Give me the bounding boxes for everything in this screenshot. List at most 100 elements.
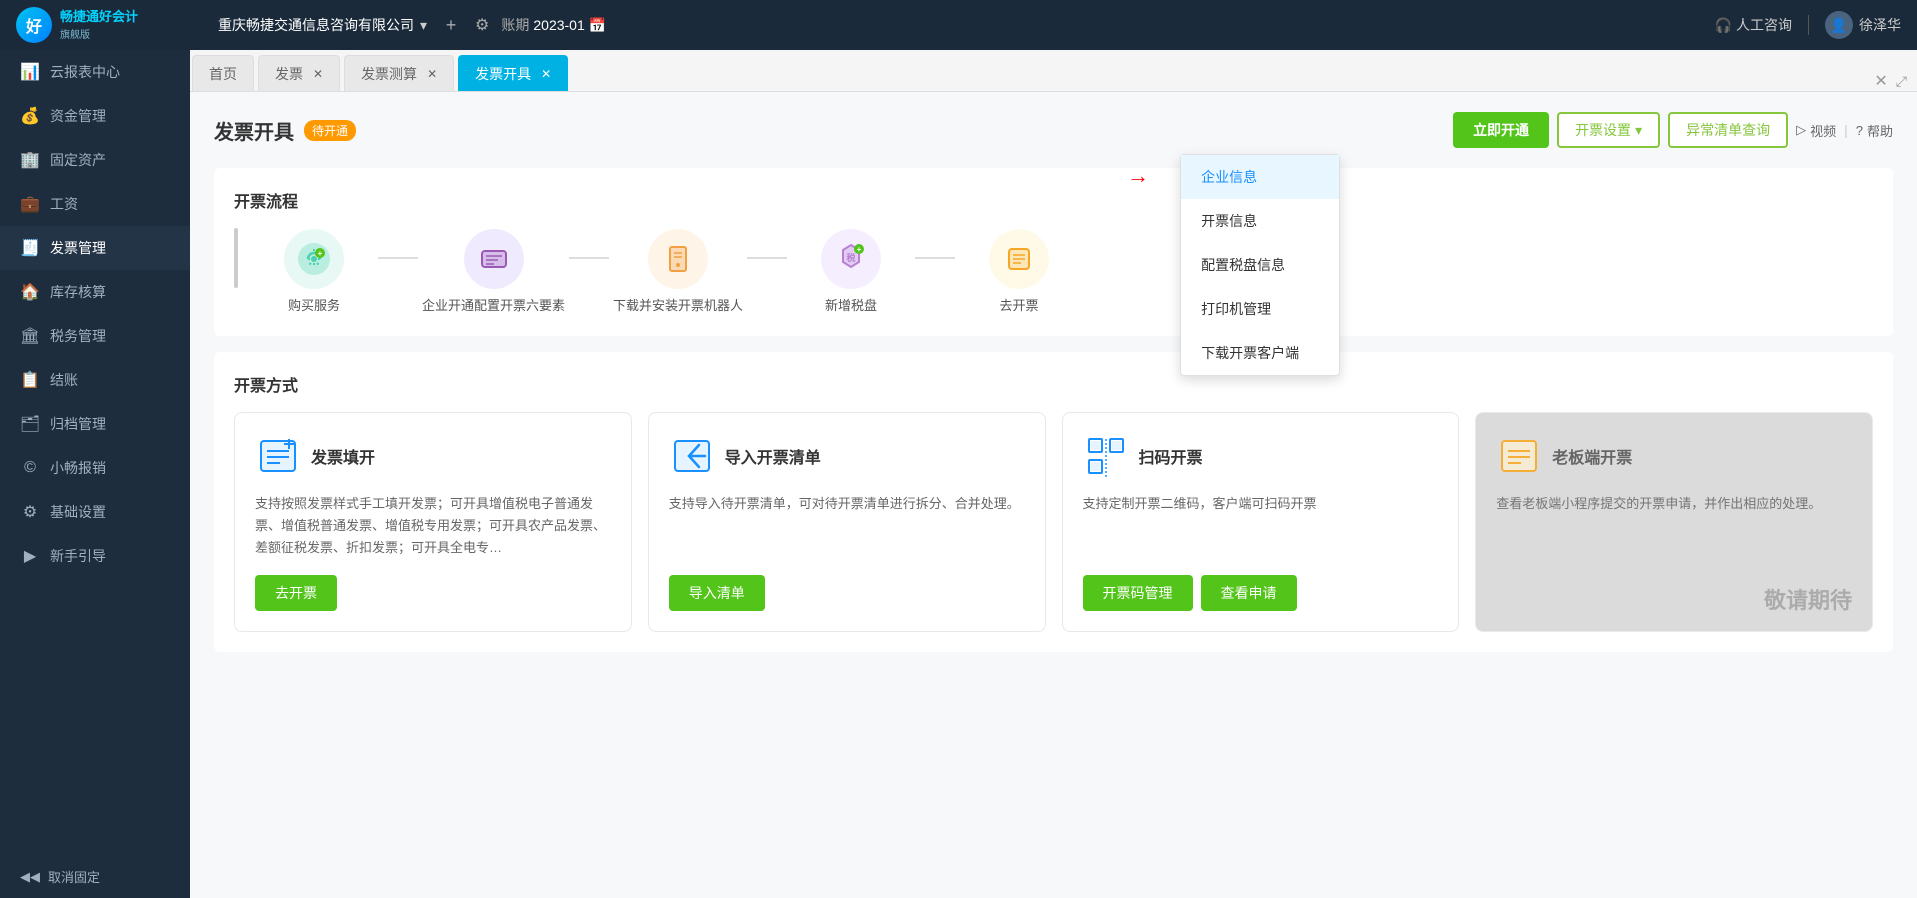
download-client-label: 下载开票客户端 xyxy=(1201,345,1299,361)
user-area[interactable]: 👤 徐泽华 xyxy=(1825,11,1901,39)
divider-help: | xyxy=(1844,122,1848,138)
sidebar-item-kucun[interactable]: 🏠 库存核算 xyxy=(0,270,190,314)
zijin-icon: 💰 xyxy=(20,106,40,126)
period-label: 账期 xyxy=(501,15,529,35)
sidebar-item-guidang[interactable]: 🗂 归档管理 xyxy=(0,402,190,446)
jiezhang-icon: 📋 xyxy=(20,370,40,390)
help-button[interactable]: ? 帮助 xyxy=(1856,121,1893,140)
step2-label: 企业开通配置开票六要素 xyxy=(422,297,565,315)
sidebar: 📊 云报表中心 💰 资金管理 🏢 固定资产 💼 工资 🧾 发票管理 xyxy=(0,50,190,898)
company-dropdown-icon xyxy=(420,17,427,34)
scan-manage-button[interactable]: 开票码管理 xyxy=(1083,575,1193,611)
top-bar-right: 🎧 人工咨询 👤 徐泽华 xyxy=(1715,11,1901,39)
method-card-import: 导入开票清单 支持导入待开票清单，可对待开票清单进行拆分、合并处理。 导入清单 xyxy=(648,412,1046,632)
step-arrow-2 xyxy=(569,257,609,259)
step-arrow-3 xyxy=(747,257,787,259)
tab-fapiao-label: 发票 xyxy=(275,64,303,84)
sidebar-label-xinshou: 新手引导 xyxy=(50,546,106,566)
page-title: 发票开具 xyxy=(214,116,294,145)
method-manual-desc: 支持按照发票样式手工填开发票；可开具增值税电子普通发票、增值税普通发票、增值税专… xyxy=(255,493,611,561)
fullscreen-button[interactable]: ⤢ xyxy=(1896,73,1907,90)
dropdown-company-info[interactable]: 企业信息 xyxy=(1181,155,1339,199)
method-import-button[interactable]: 导入清单 xyxy=(669,575,765,611)
method-import-title: 导入开票清单 xyxy=(725,444,821,468)
tab-fapiao[interactable]: 发票 ✕ xyxy=(258,55,340,91)
settings-label: 开票设置 xyxy=(1575,120,1631,140)
close-all-button[interactable]: ✕ xyxy=(1874,71,1887,91)
tab-home[interactable]: 首页 xyxy=(192,55,254,91)
consultation-label: 人工咨询 xyxy=(1736,15,1792,35)
flow-step-2: 企业开通配置开票六要素 xyxy=(422,229,565,315)
sidebar-item-xiaochang[interactable]: © 小畅报销 xyxy=(0,446,190,490)
method-manual-button[interactable]: 去开票 xyxy=(255,575,337,611)
method-manual-icon xyxy=(255,433,301,479)
sidebar-item-shuiwu[interactable]: 🏛 税务管理 xyxy=(0,314,190,358)
sidebar-cancel-pin[interactable]: ◀◀ 取消固定 xyxy=(0,859,190,898)
sidebar-item-jiezhang[interactable]: 📋 结账 xyxy=(0,358,190,402)
xinshou-icon: ▶ xyxy=(20,546,40,566)
step2-svg xyxy=(476,241,512,277)
dropdown-printer[interactable]: 打印机管理 xyxy=(1181,287,1339,331)
sidebar-item-gongzi[interactable]: 💼 工资 xyxy=(0,182,190,226)
video-button[interactable]: ▷ 视频 xyxy=(1796,121,1836,140)
svg-text:+: + xyxy=(318,249,323,258)
method-boss-icon xyxy=(1496,433,1542,479)
settings-icon[interactable]: ⚙ xyxy=(475,15,489,35)
pin-icon: ◀◀ xyxy=(20,869,40,885)
sidebar-item-gudingzichan[interactable]: 🏢 固定资产 xyxy=(0,138,190,182)
tab-kaifu-close[interactable]: ✕ xyxy=(541,68,551,80)
method-cards: 发票填开 支持按照发票样式手工填开发票；可开具增值税电子普通发票、增值税普通发票… xyxy=(234,412,1873,632)
tab-cesuan-close[interactable]: ✕ xyxy=(427,68,437,80)
activate-button[interactable]: 立即开通 xyxy=(1453,112,1549,148)
dropdown-invoice-info[interactable]: 开票信息 xyxy=(1181,199,1339,243)
step5-icon-wrap xyxy=(989,229,1049,289)
query-button[interactable]: 异常清单查询 xyxy=(1668,112,1788,148)
shuiwu-icon: 🏛 xyxy=(20,326,40,346)
dropdown-download-client[interactable]: 下载开票客户端 xyxy=(1181,331,1339,375)
yunbao-icon: 📊 xyxy=(20,62,40,82)
step-start-divider xyxy=(234,228,238,288)
sidebar-label-xiaochang: 小畅报销 xyxy=(50,458,106,478)
dropdown-tax-disk[interactable]: 配置税盘信息 xyxy=(1181,243,1339,287)
invoice-info-label: 开票信息 xyxy=(1201,213,1257,229)
page-header: 发票开具 待开通 立即开通 开票设置 ▾ → xyxy=(214,112,1893,148)
content-area: 首页 发票 ✕ 发票测算 ✕ 发票开具 ✕ ✕ ⤢ xyxy=(190,50,1917,898)
settings-dropdown: → 企业信息 开票信息 配置税盘信息 xyxy=(1180,154,1340,376)
calendar-icon[interactable]: 📅 xyxy=(589,17,606,34)
consultation-button[interactable]: 🎧 人工咨询 xyxy=(1715,15,1792,35)
company-name: 重庆畅捷交通信息咨询有限公司 xyxy=(218,15,414,35)
help-icon: ? xyxy=(1856,123,1863,138)
step1-label: 购买服务 xyxy=(288,297,340,315)
sidebar-item-zijin[interactable]: 💰 资金管理 xyxy=(0,94,190,138)
sidebar-item-yunbao[interactable]: 📊 云报表中心 xyxy=(0,50,190,94)
step2-icon-wrap xyxy=(464,229,524,289)
add-tab-button[interactable]: + xyxy=(439,13,463,37)
step5-label: 去开票 xyxy=(1000,297,1039,315)
overlay-text: 敬请期待 xyxy=(1764,583,1852,615)
sidebar-item-jichu[interactable]: ⚙ 基础设置 xyxy=(0,490,190,534)
settings-button[interactable]: 开票设置 ▾ xyxy=(1557,112,1660,148)
period-value: 2023-01 xyxy=(533,17,584,33)
method-scan-icon xyxy=(1083,433,1129,479)
tax-disk-label: 配置税盘信息 xyxy=(1201,257,1285,273)
boss-svg xyxy=(1496,433,1542,479)
flow-steps: + 购买服务 xyxy=(234,228,1873,316)
divider xyxy=(1808,15,1809,35)
help-label: 帮助 xyxy=(1867,121,1893,140)
method-section-title: 开票方式 xyxy=(234,372,1873,396)
method-boss-title: 老板端开票 xyxy=(1552,444,1632,468)
method-scan-header: 扫码开票 xyxy=(1083,433,1439,479)
tab-fapiaocesuan[interactable]: 发票测算 ✕ xyxy=(344,55,454,91)
sidebar-item-fapiao[interactable]: 🧾 发票管理 xyxy=(0,226,190,270)
cancel-pin-label: 取消固定 xyxy=(48,867,100,886)
scan-view-button[interactable]: 查看申请 xyxy=(1201,575,1297,611)
tab-fapiao-close[interactable]: ✕ xyxy=(313,68,323,80)
company-selector[interactable]: 重庆畅捷交通信息咨询有限公司 xyxy=(218,15,427,35)
logo-subtitle: 旗舰版 xyxy=(60,26,138,41)
sidebar-scroll: 📊 云报表中心 💰 资金管理 🏢 固定资产 💼 工资 🧾 发票管理 xyxy=(0,50,190,859)
tab-fapiaokaifu[interactable]: 发票开具 ✕ xyxy=(458,55,568,91)
sidebar-label-jiezhang: 结账 xyxy=(50,370,78,390)
logo-text: 畅捷通好会计 xyxy=(60,9,138,26)
sidebar-item-xinshou[interactable]: ▶ 新手引导 xyxy=(0,534,190,578)
company-info-label: 企业信息 xyxy=(1201,169,1257,185)
